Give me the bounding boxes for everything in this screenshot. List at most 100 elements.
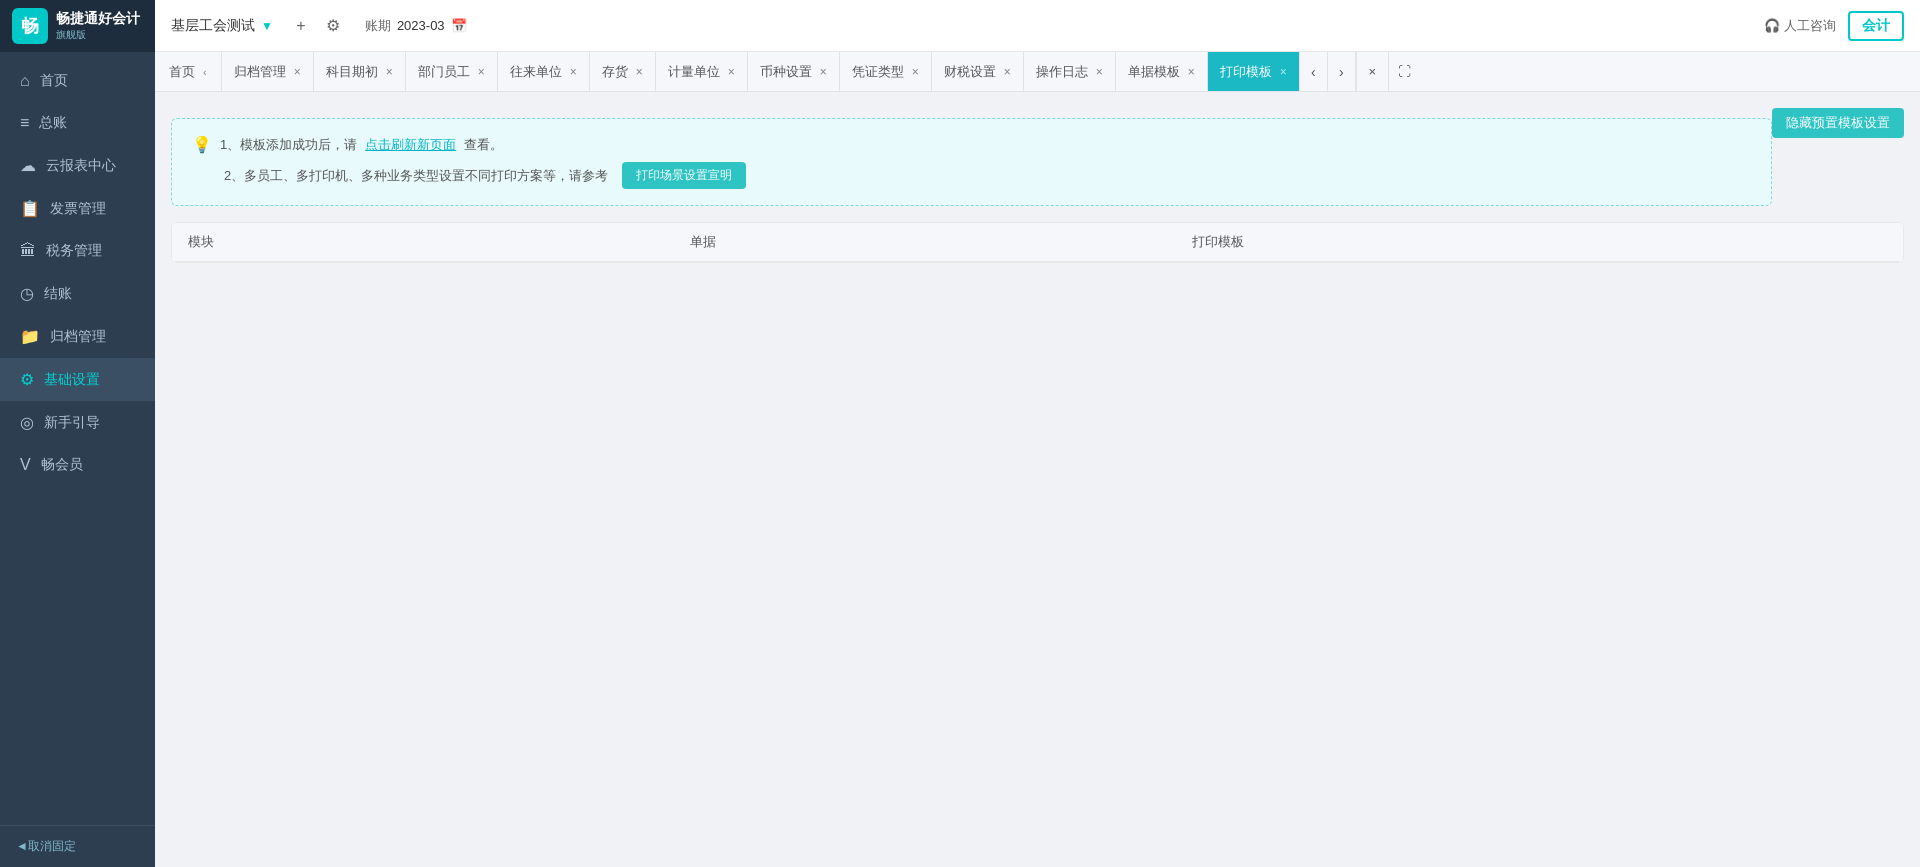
calendar-icon[interactable]: 📅 <box>451 18 467 33</box>
logo: 畅 畅捷通好会计 旗舰版 <box>0 0 155 52</box>
tab-voucher-type-label: 凭证类型 <box>852 63 904 81</box>
data-table: 模块 单据 打印模板 <box>172 223 1903 262</box>
settings-button[interactable]: ⚙ <box>321 14 345 38</box>
reports-icon: ☁ <box>20 156 36 175</box>
bulb-icon: 💡 <box>192 135 212 154</box>
sidebar-item-archive[interactable]: 📁 归档管理 <box>0 315 155 358</box>
tab-single-template-close[interactable]: × <box>1188 65 1195 79</box>
tab-prev-button[interactable]: ‹ <box>1300 52 1328 92</box>
service-button[interactable]: 🎧 人工咨询 <box>1764 17 1836 35</box>
sidebar: 畅 畅捷通好会计 旗舰版 ⌂ 首页 ≡ 总账 ☁ 云报表中心 📋 发票管理 <box>0 0 155 867</box>
sidebar-item-guide[interactable]: ◎ 新手引导 <box>0 401 155 444</box>
sidebar-item-member[interactable]: V 畅会员 <box>0 444 155 486</box>
main-area: 基层工会测试 ▼ + ⚙ 账期 2023-03 📅 🎧 人工咨询 会计 <box>155 0 1920 867</box>
tab-currency-label: 币种设置 <box>760 63 812 81</box>
tab-home-nav[interactable]: ‹ <box>203 66 207 78</box>
tab-maximize-button[interactable]: ⛶ <box>1388 52 1420 92</box>
hide-preview-button[interactable]: 隐藏预置模板设置 <box>1772 108 1904 138</box>
tab-archive-mgmt[interactable]: 归档管理 × <box>222 52 314 92</box>
tab-print-template[interactable]: 打印模板 × <box>1208 52 1300 92</box>
info-line1-after: 查看。 <box>464 136 503 154</box>
print-scene-button[interactable]: 打印场景设置宣明 <box>622 162 746 189</box>
table-header-row: 模块 单据 打印模板 <box>172 223 1903 262</box>
tab-subject-init-close[interactable]: × <box>386 65 393 79</box>
sidebar-item-reports[interactable]: ☁ 云报表中心 <box>0 144 155 187</box>
sidebar-item-ledger-label: 总账 <box>39 114 67 132</box>
tab-op-log-label: 操作日志 <box>1036 63 1088 81</box>
tab-home[interactable]: 首页 ‹ <box>155 52 222 92</box>
data-table-wrapper: 模块 单据 打印模板 <box>171 222 1904 263</box>
service-label: 人工咨询 <box>1784 17 1836 35</box>
guide-icon: ◎ <box>20 413 34 432</box>
content-area: 隐藏预置模板设置 💡 1、模板添加成功后，请 点击刷新新页面 查看。 2、多员工… <box>155 92 1920 867</box>
topbar-project: 基层工会测试 ▼ <box>171 17 273 35</box>
tab-op-log-close[interactable]: × <box>1096 65 1103 79</box>
sidebar-item-home-label: 首页 <box>40 72 68 90</box>
sidebar-item-settings-label: 基础设置 <box>44 371 100 389</box>
sidebar-item-tax[interactable]: 🏛 税务管理 <box>0 230 155 272</box>
tabbar: 首页 ‹ 归档管理 × 科目期初 × 部门员工 × 往来单位 × 存货 × <box>155 52 1920 92</box>
tab-single-template-label: 单据模板 <box>1128 63 1180 81</box>
sidebar-item-home[interactable]: ⌂ 首页 <box>0 60 155 102</box>
topbar-actions: + ⚙ <box>289 14 345 38</box>
tab-single-template[interactable]: 单据模板 × <box>1116 52 1208 92</box>
tab-subject-init-label: 科目期初 <box>326 63 378 81</box>
sidebar-item-guide-label: 新手引导 <box>44 414 100 432</box>
add-project-button[interactable]: + <box>289 14 313 38</box>
logo-sub: 旗舰版 <box>56 28 140 42</box>
project-dropdown-icon[interactable]: ▼ <box>261 19 273 33</box>
tab-dept-employee-label: 部门员工 <box>418 63 470 81</box>
tab-print-template-label: 打印模板 <box>1220 63 1272 81</box>
tab-close-all-button[interactable]: × <box>1356 52 1388 92</box>
tab-unit-label: 计量单位 <box>668 63 720 81</box>
tab-print-template-close[interactable]: × <box>1280 65 1287 79</box>
sidebar-item-invoice[interactable]: 📋 发票管理 <box>0 187 155 230</box>
settings-icon: ⚙ <box>20 370 34 389</box>
tab-currency-close[interactable]: × <box>820 65 827 79</box>
sidebar-item-reports-label: 云报表中心 <box>46 157 116 175</box>
logo-main: 畅捷通好会计 <box>56 10 140 28</box>
headset-icon: 🎧 <box>1764 18 1780 33</box>
tab-archive-mgmt-close[interactable]: × <box>294 65 301 79</box>
tab-supplier[interactable]: 往来单位 × <box>498 52 590 92</box>
tab-next-button[interactable]: › <box>1328 52 1356 92</box>
sidebar-item-archive-label: 归档管理 <box>50 328 106 346</box>
tab-voucher-type[interactable]: 凭证类型 × <box>840 52 932 92</box>
period-value: 2023-03 <box>397 18 445 33</box>
tab-currency[interactable]: 币种设置 × <box>748 52 840 92</box>
tab-op-log[interactable]: 操作日志 × <box>1024 52 1116 92</box>
tab-subject-init[interactable]: 科目期初 × <box>314 52 406 92</box>
kuaiji-button[interactable]: 会计 <box>1848 11 1904 41</box>
tab-tax-settings-close[interactable]: × <box>1004 65 1011 79</box>
sidebar-item-invoice-label: 发票管理 <box>50 200 106 218</box>
sidebar-item-closing[interactable]: ◷ 结账 <box>0 272 155 315</box>
sidebar-item-settings[interactable]: ⚙ 基础设置 <box>0 358 155 401</box>
tab-inventory-close[interactable]: × <box>636 65 643 79</box>
tab-dept-employee-close[interactable]: × <box>478 65 485 79</box>
sidebar-nav: ⌂ 首页 ≡ 总账 ☁ 云报表中心 📋 发票管理 🏛 税务管理 ◷ 结账 <box>0 52 155 825</box>
tab-dept-employee[interactable]: 部门员工 × <box>406 52 498 92</box>
info-refresh-link[interactable]: 点击刷新新页面 <box>365 136 456 154</box>
tax-icon: 🏛 <box>20 242 36 260</box>
tab-inventory[interactable]: 存货 × <box>590 52 656 92</box>
sidebar-footer[interactable]: ◄取消固定 <box>0 825 155 867</box>
info-box: 💡 1、模板添加成功后，请 点击刷新新页面 查看。 2、多员工、多打印机、多种业… <box>171 118 1772 206</box>
info-row-2: 2、多员工、多打印机、多种业务类型设置不同打印方案等，请参考 打印场景设置宣明 <box>192 162 1751 189</box>
tab-inventory-label: 存货 <box>602 63 628 81</box>
topbar-right: 🎧 人工咨询 会计 <box>1764 11 1904 41</box>
period-label: 账期 <box>365 17 391 35</box>
table-col-template: 打印模板 <box>1176 223 1903 262</box>
project-name: 基层工会测试 <box>171 17 255 35</box>
tab-supplier-close[interactable]: × <box>570 65 577 79</box>
tab-unit[interactable]: 计量单位 × <box>656 52 748 92</box>
sidebar-item-ledger[interactable]: ≡ 总账 <box>0 102 155 144</box>
tab-supplier-label: 往来单位 <box>510 63 562 81</box>
tab-tax-settings-label: 财税设置 <box>944 63 996 81</box>
tab-tax-settings[interactable]: 财税设置 × <box>932 52 1024 92</box>
topbar-period: 账期 2023-03 📅 <box>365 17 467 35</box>
logo-icon: 畅 <box>12 8 48 44</box>
tab-unit-close[interactable]: × <box>728 65 735 79</box>
ledger-icon: ≡ <box>20 114 29 132</box>
sidebar-footer-label: ◄取消固定 <box>16 838 76 855</box>
tab-voucher-type-close[interactable]: × <box>912 65 919 79</box>
